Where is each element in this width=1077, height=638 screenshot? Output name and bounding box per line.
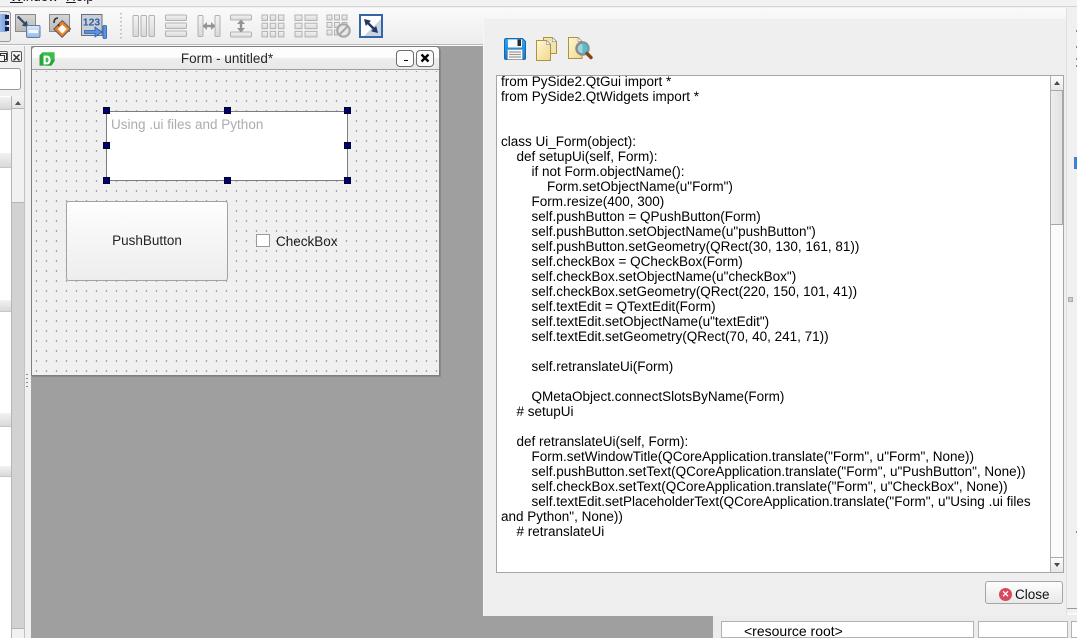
- svg-text:123: 123: [82, 17, 100, 29]
